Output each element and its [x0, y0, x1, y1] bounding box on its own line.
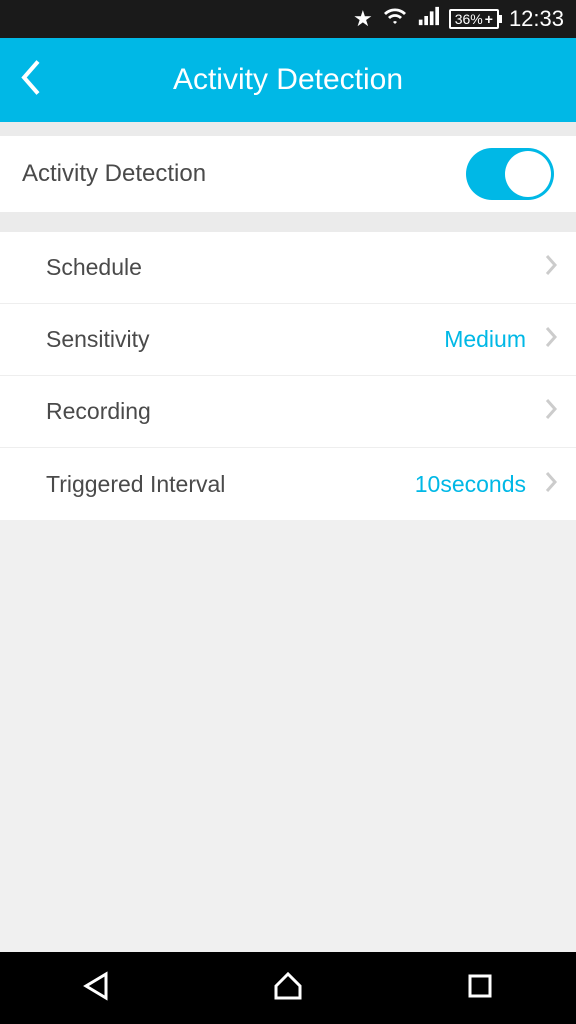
separator: [0, 212, 576, 232]
sensitivity-row[interactable]: Sensitivity Medium: [0, 304, 576, 376]
wifi-icon: [383, 4, 407, 34]
recording-row[interactable]: Recording: [0, 376, 576, 448]
star-icon: ★: [353, 6, 373, 32]
signal-icon: [417, 5, 439, 33]
triggered-interval-value: 10seconds: [415, 471, 526, 498]
clock: 12:33: [509, 6, 564, 32]
recording-label: Recording: [46, 398, 526, 425]
activity-detection-toggle[interactable]: [466, 148, 554, 200]
separator: [0, 122, 576, 136]
sensitivity-label: Sensitivity: [46, 326, 444, 353]
activity-detection-toggle-row: Activity Detection: [0, 136, 576, 212]
chevron-right-icon: [544, 397, 558, 426]
chevron-right-icon: [544, 470, 558, 499]
schedule-label: Schedule: [46, 254, 526, 281]
page-title: Activity Detection: [0, 63, 576, 97]
sensitivity-value: Medium: [444, 326, 526, 353]
triggered-interval-label: Triggered Interval: [46, 471, 415, 498]
header-bar: Activity Detection: [0, 38, 576, 122]
settings-list: Schedule Sensitivity Medium Recording Tr…: [0, 232, 576, 520]
triggered-interval-row[interactable]: Triggered Interval 10seconds: [0, 448, 576, 520]
chevron-right-icon: [544, 325, 558, 354]
nav-recent-button[interactable]: [462, 968, 498, 1009]
battery-indicator: 36% +: [449, 9, 499, 29]
nav-home-button[interactable]: [270, 968, 306, 1009]
battery-plus-icon: +: [485, 11, 493, 27]
battery-percent: 36%: [455, 11, 483, 27]
toggle-knob: [505, 151, 551, 197]
chevron-right-icon: [544, 253, 558, 282]
toggle-label: Activity Detection: [22, 160, 206, 188]
android-nav-bar: [0, 952, 576, 1024]
status-bar: ★ 36% + 12:33: [0, 0, 576, 38]
back-button[interactable]: [18, 58, 42, 103]
nav-back-button[interactable]: [78, 968, 114, 1009]
schedule-row[interactable]: Schedule: [0, 232, 576, 304]
